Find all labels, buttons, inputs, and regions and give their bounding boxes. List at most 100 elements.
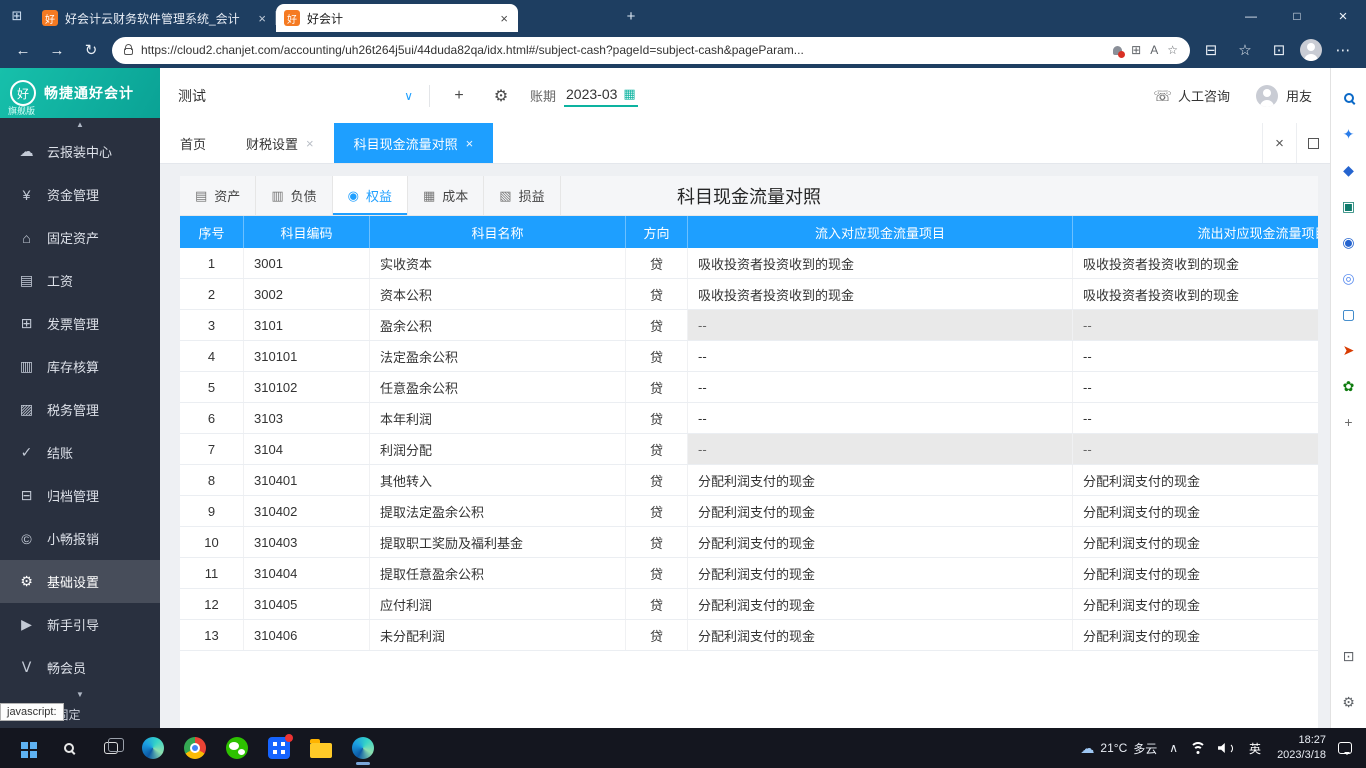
volume-icon[interactable]: [1218, 742, 1234, 754]
url-text[interactable]: https://cloud2.chanjet.com/accounting/uh…: [141, 43, 1105, 57]
cell-outflow[interactable]: --: [1073, 372, 1318, 402]
table-row[interactable]: 8 310401 其他转入 贷 分配利润支付的现金 分配利润支付的现金: [180, 465, 1318, 496]
cell-outflow[interactable]: --: [1073, 403, 1318, 433]
rail-discover-icon[interactable]: ◎: [1334, 260, 1364, 296]
close-workspace-tab-icon[interactable]: [306, 136, 314, 151]
tab-actions-icon[interactable]: ⊞: [0, 0, 34, 32]
cell-inflow[interactable]: --: [688, 434, 1073, 464]
cell-outflow[interactable]: 分配利润支付的现金: [1073, 527, 1318, 557]
more-menu-icon[interactable]: ⋯: [1330, 37, 1356, 63]
cell-inflow[interactable]: --: [688, 403, 1073, 433]
category-tab[interactable]: ◉ 权益: [332, 176, 408, 215]
workspace-tab[interactable]: 财税设置: [226, 123, 334, 163]
wifi-icon[interactable]: [1190, 741, 1207, 755]
sidebar-scroll-down-icon[interactable]: ▼: [0, 688, 160, 700]
rail-grow-icon[interactable]: ✿: [1334, 368, 1364, 404]
sidebar-item-cloud-center[interactable]: ☁ 云报装中心: [0, 130, 160, 173]
favorites-icon[interactable]: ☆: [1232, 37, 1258, 63]
sidebar-item-funds[interactable]: ¥ 资金管理: [0, 173, 160, 216]
table-row[interactable]: 12 310405 应付利润 贷 分配利润支付的现金 分配利润支付的现金: [180, 589, 1318, 620]
rail-panel-icon[interactable]: ⊡: [1334, 638, 1364, 674]
category-tab[interactable]: ▦ 成本: [408, 176, 485, 215]
notifications-blocked-icon[interactable]: [1113, 45, 1126, 58]
wechat-icon[interactable]: [218, 730, 256, 766]
cell-outflow[interactable]: 吸收投资者投资收到的现金: [1073, 279, 1318, 309]
site-grid-icon[interactable]: ⊞: [1131, 43, 1141, 57]
address-bar[interactable]: https://cloud2.chanjet.com/accounting/uh…: [112, 36, 1190, 64]
table-row[interactable]: 11 310404 提取任意盈余公积 贷 分配利润支付的现金 分配利润支付的现金: [180, 558, 1318, 589]
chrome-icon[interactable]: [176, 730, 214, 766]
sidebar-item-invoice[interactable]: ⊞ 发票管理: [0, 302, 160, 345]
period-value[interactable]: 2023-03 ▦: [564, 84, 638, 107]
category-tab[interactable]: ▧ 损益: [484, 176, 561, 215]
table-row[interactable]: 7 3104 利润分配 贷 -- --: [180, 434, 1318, 465]
rail-share-icon[interactable]: ➤: [1334, 332, 1364, 368]
settings-gear-icon[interactable]: ⚙: [488, 83, 514, 109]
table-row[interactable]: 10 310403 提取职工奖励及福利基金 贷 分配利润支付的现金 分配利润支付…: [180, 527, 1318, 558]
edge-icon[interactable]: [134, 730, 172, 766]
sidebar-item-expense[interactable]: © 小畅报销: [0, 517, 160, 560]
company-selector[interactable]: 测试 ∨: [178, 86, 413, 106]
taskbar-clock[interactable]: 18:27 2023/3/18: [1277, 733, 1326, 763]
table-row[interactable]: 6 3103 本年利润 贷 -- --: [180, 403, 1318, 434]
sidebar-item-inventory[interactable]: ▥ 库存核算: [0, 345, 160, 388]
cell-inflow[interactable]: --: [688, 310, 1073, 340]
cell-inflow[interactable]: 分配利润支付的现金: [688, 620, 1073, 650]
rail-search-icon[interactable]: [1334, 80, 1364, 116]
cell-inflow[interactable]: 分配利润支付的现金: [688, 589, 1073, 619]
table-row[interactable]: 13 310406 未分配利润 贷 分配利润支付的现金 分配利润支付的现金: [180, 620, 1318, 651]
task-view-icon[interactable]: [92, 730, 130, 766]
rail-outlook-icon[interactable]: ▢: [1334, 296, 1364, 332]
minimize-button[interactable]: —: [1228, 0, 1274, 32]
rail-settings-icon[interactable]: ⚙: [1334, 684, 1364, 720]
profile-avatar[interactable]: [1300, 39, 1322, 61]
cell-inflow[interactable]: --: [688, 341, 1073, 371]
hidden-icons-chevron-icon[interactable]: ∧: [1169, 741, 1178, 755]
file-explorer-icon[interactable]: [302, 730, 340, 766]
rail-shopping-icon[interactable]: ▣: [1334, 188, 1364, 224]
sidebar-item-fixed-assets[interactable]: ⌂ 固定资产: [0, 216, 160, 259]
rail-add-icon[interactable]: +: [1334, 404, 1364, 440]
browser-tab[interactable]: 好 好会计云财务软件管理系统_会计 ×: [34, 4, 276, 32]
start-icon[interactable]: [8, 730, 46, 766]
sidebar-item-closing[interactable]: ✓ 结账: [0, 431, 160, 474]
cell-inflow[interactable]: 分配利润支付的现金: [688, 465, 1073, 495]
sidebar-item-settings[interactable]: ⚙ 基础设置: [0, 560, 160, 603]
notification-center-icon[interactable]: [1338, 742, 1352, 755]
cell-inflow[interactable]: --: [688, 372, 1073, 402]
new-tab-icon[interactable]: +: [617, 0, 645, 32]
edge-window-icon[interactable]: [344, 730, 382, 766]
close-all-tabs-icon[interactable]: ×: [1262, 123, 1296, 163]
table-row[interactable]: 9 310402 提取法定盈余公积 贷 分配利润支付的现金 分配利润支付的现金: [180, 496, 1318, 527]
cell-outflow[interactable]: --: [1073, 341, 1318, 371]
close-tab-icon[interactable]: ×: [498, 11, 510, 26]
sidebar-scroll-up-icon[interactable]: ▲: [0, 118, 160, 130]
table-row[interactable]: 1 3001 实收资本 贷 吸收投资者投资收到的现金 吸收投资者投资收到的现金: [180, 248, 1318, 279]
cell-inflow[interactable]: 吸收投资者投资收到的现金: [688, 279, 1073, 309]
weather-widget[interactable]: ☁ 21°C 多云: [1080, 740, 1157, 757]
app-grid-icon[interactable]: [260, 730, 298, 766]
cell-outflow[interactable]: 分配利润支付的现金: [1073, 589, 1318, 619]
cell-outflow[interactable]: 分配利润支付的现金: [1073, 558, 1318, 588]
table-row[interactable]: 5 310102 任意盈余公积 贷 -- --: [180, 372, 1318, 403]
split-screen-icon[interactable]: ⊟: [1198, 37, 1224, 63]
user-menu[interactable]: 用友: [1255, 84, 1312, 107]
close-workspace-tab-icon[interactable]: [466, 136, 474, 151]
cell-outflow[interactable]: 分配利润支付的现金: [1073, 620, 1318, 650]
cell-inflow[interactable]: 吸收投资者投资收到的现金: [688, 248, 1073, 278]
cell-inflow[interactable]: 分配利润支付的现金: [688, 558, 1073, 588]
browser-tab[interactable]: 好 好会计 ×: [276, 4, 518, 32]
close-window-button[interactable]: ×: [1320, 0, 1366, 32]
maximize-button[interactable]: □: [1274, 0, 1320, 32]
fullscreen-icon[interactable]: [1296, 123, 1330, 163]
sidebar-item-tax[interactable]: ▨ 税务管理: [0, 388, 160, 431]
table-row[interactable]: 2 3002 资本公积 贷 吸收投资者投资收到的现金 吸收投资者投资收到的现金: [180, 279, 1318, 310]
input-language[interactable]: 英: [1245, 738, 1265, 759]
support-button[interactable]: ☏ 人工咨询: [1153, 86, 1230, 105]
sidebar-item-guide[interactable]: ▶ 新手引导: [0, 603, 160, 646]
refresh-icon[interactable]: ↻: [78, 37, 104, 63]
cell-outflow[interactable]: 分配利润支付的现金: [1073, 465, 1318, 495]
add-account-set-icon[interactable]: +: [446, 83, 472, 109]
forward-icon[interactable]: →: [44, 37, 70, 63]
add-favorite-icon[interactable]: ☆: [1167, 43, 1178, 57]
